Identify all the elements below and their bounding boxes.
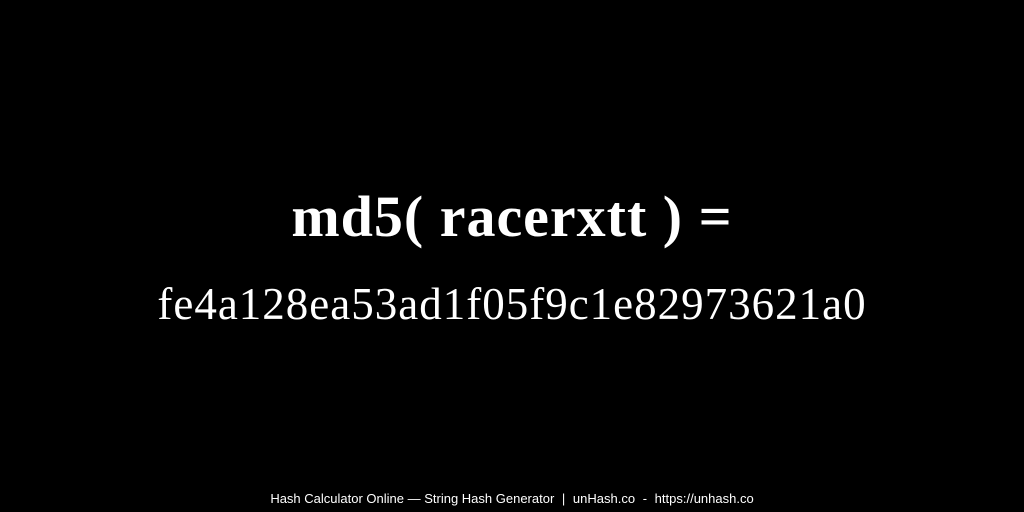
hash-result: fe4a128ea53ad1f05f9c1e82973621a0 — [157, 278, 866, 330]
footer-url: https://unhash.co — [655, 491, 754, 506]
footer-separator: | — [562, 491, 565, 506]
main-content: md5( racerxtt ) = fe4a128ea53ad1f05f9c1e… — [157, 0, 866, 512]
hash-expression: md5( racerxtt ) = — [291, 183, 732, 250]
footer-site-name: unHash.co — [573, 491, 635, 506]
footer: Hash Calculator Online — String Hash Gen… — [0, 491, 1024, 506]
footer-description: Hash Calculator Online — String Hash Gen… — [270, 491, 554, 506]
footer-separator: - — [643, 491, 647, 506]
